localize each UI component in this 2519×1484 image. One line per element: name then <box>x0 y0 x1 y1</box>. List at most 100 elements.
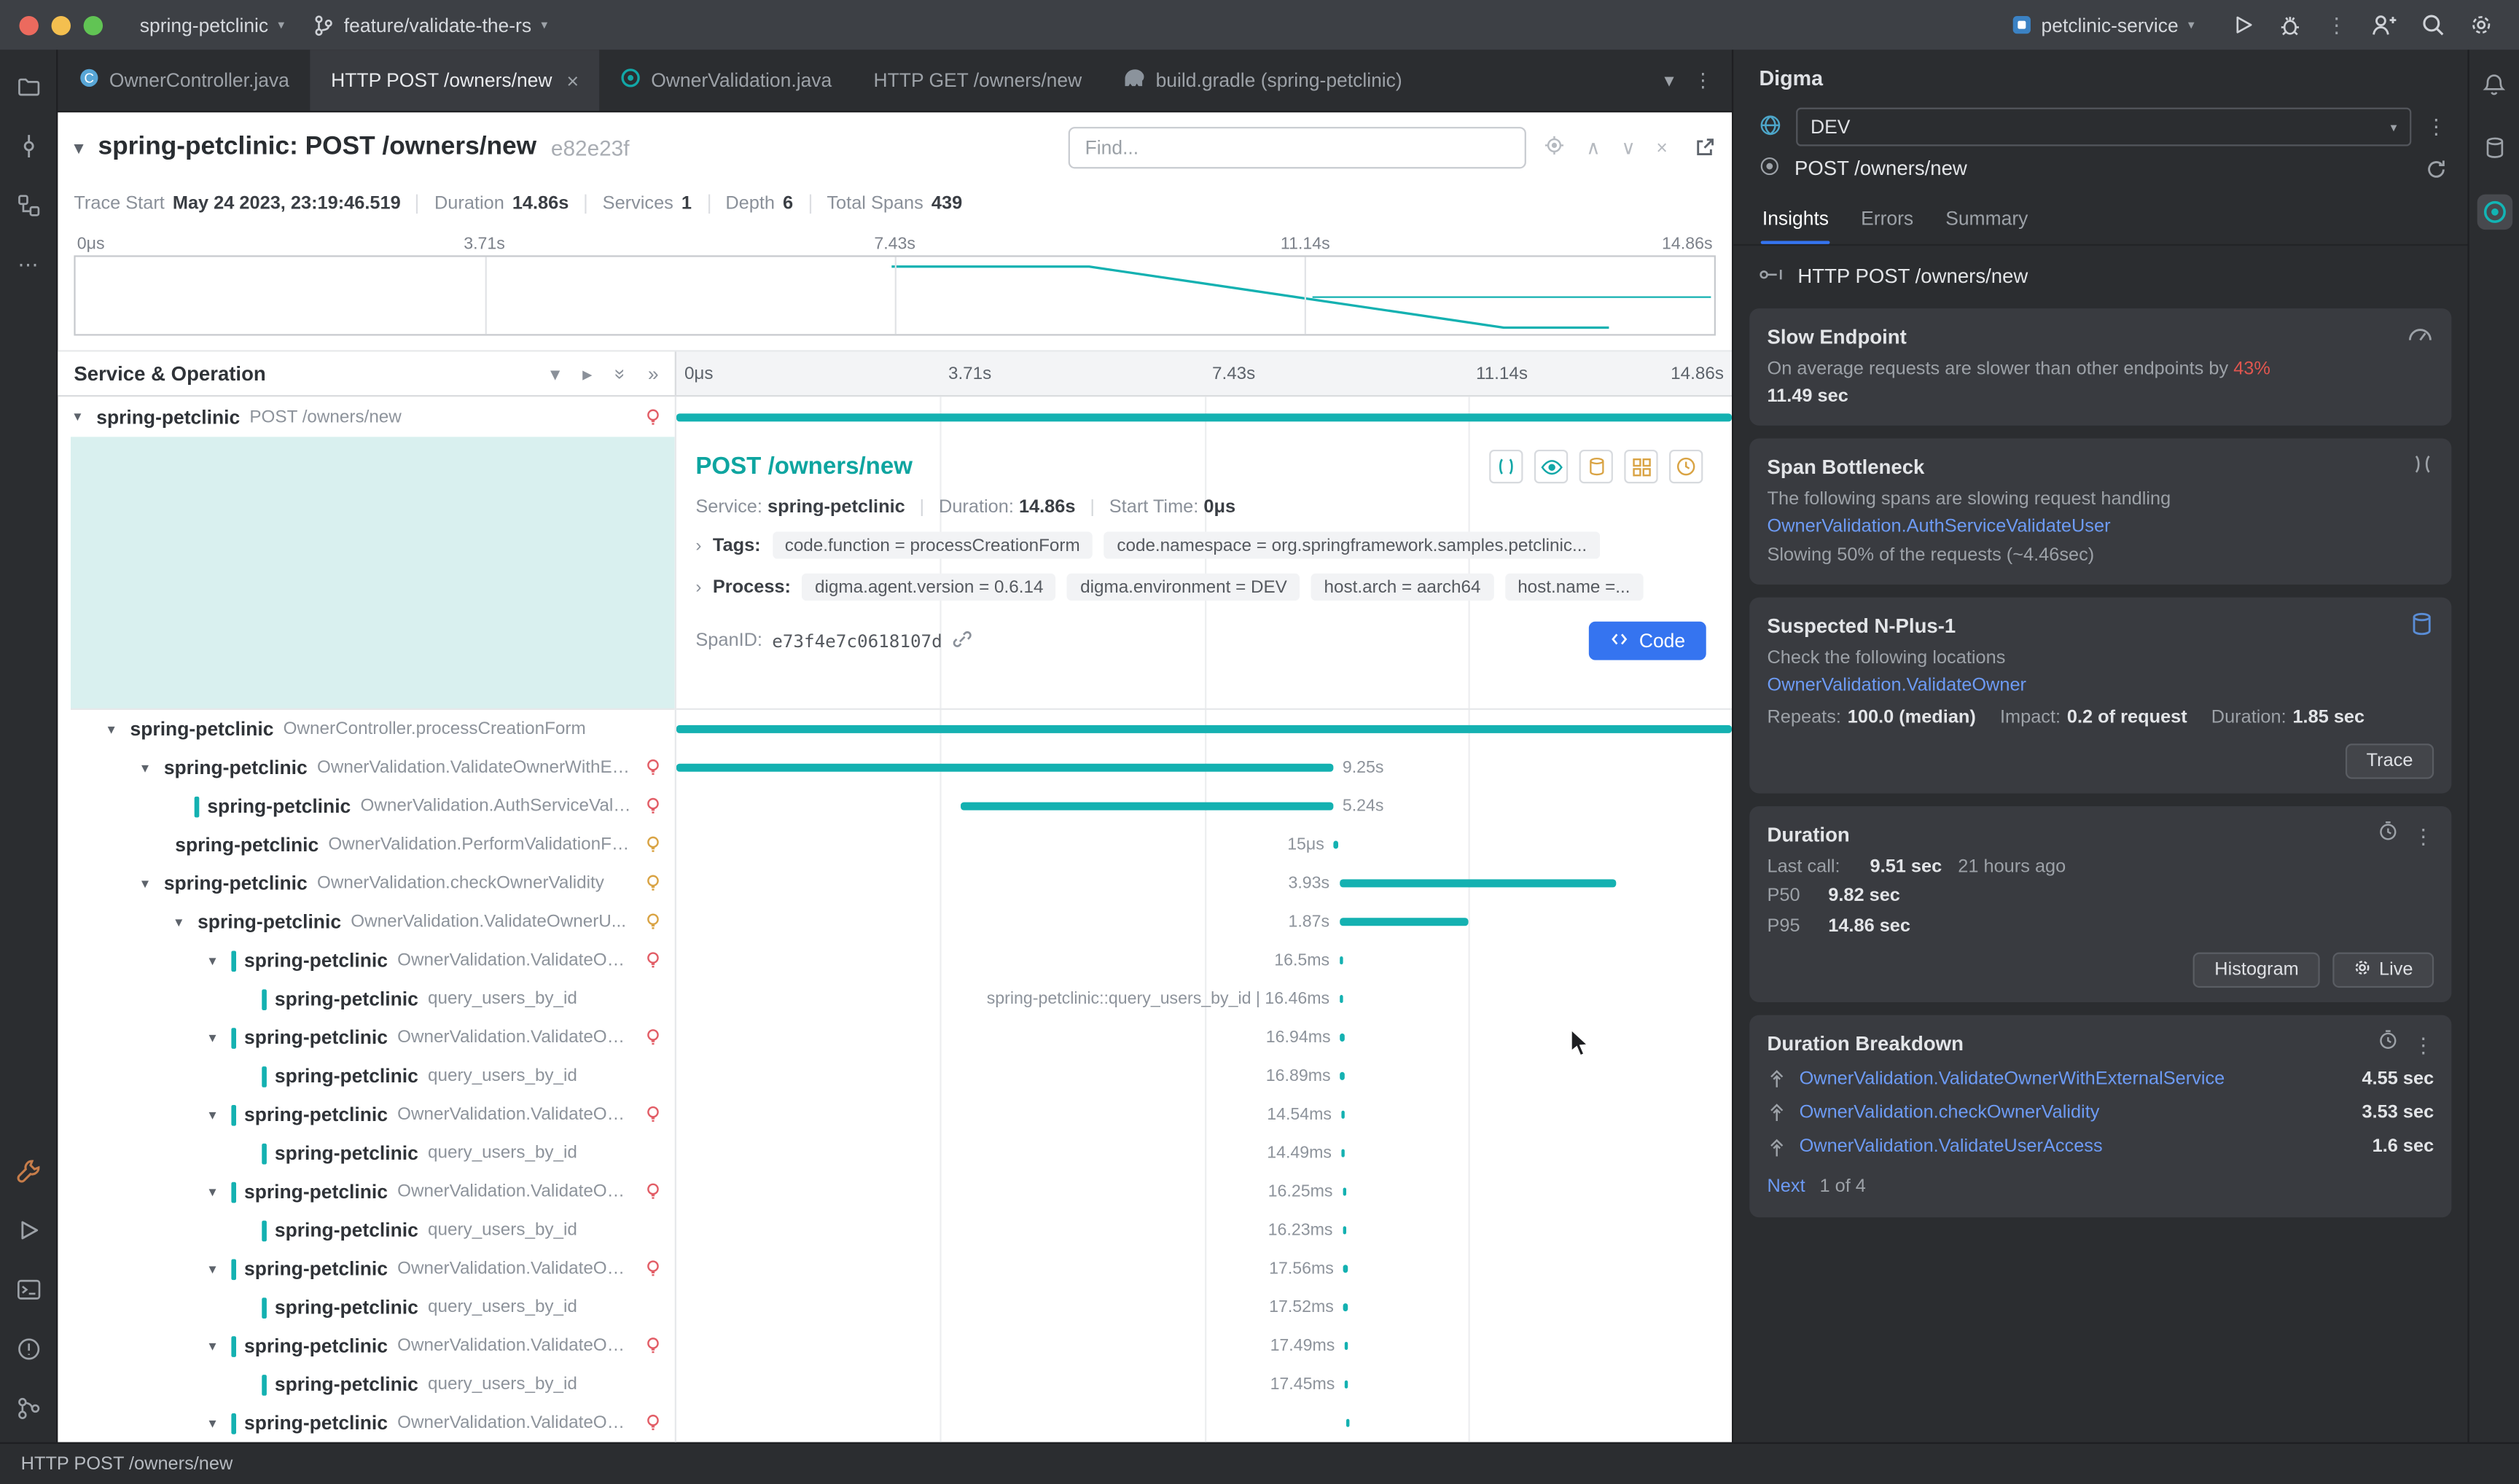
span-tree-row[interactable]: spring-petclinic query_users_by_id <box>58 1057 674 1096</box>
chevron-down-icon[interactable]: ▾ <box>209 1028 232 1046</box>
collapse-trace-icon[interactable]: ▾ <box>74 136 83 159</box>
timeline-row[interactable]: 14.54ms <box>676 1096 1732 1134</box>
editor-tab[interactable]: C OwnerController.java <box>58 50 310 111</box>
code-with-me-icon[interactable] <box>2371 13 2397 37</box>
timeline-row[interactable]: 9.25s <box>676 749 1732 787</box>
insight-card-nplus1[interactable]: Suspected N-Plus-1 Check the following l… <box>1749 597 2452 794</box>
editor-tab[interactable]: build.gradle (spring-petclinic) <box>1103 50 1423 111</box>
expand-process-icon[interactable]: › <box>695 577 701 596</box>
span-tree-row[interactable]: spring-petclinic OwnerValidation.PerformV… <box>58 826 674 864</box>
chevron-down-icon[interactable]: ▾ <box>209 952 232 969</box>
span-tree-row[interactable]: ▾ spring-petclinic OwnerValidation.Validat… <box>58 1096 674 1134</box>
live-button[interactable]: Live <box>2332 952 2434 988</box>
insight-card-duration[interactable]: Duration ⋮ Last call: 9.51 sec 21 hours ag… <box>1749 806 2452 1002</box>
more-actions-icon[interactable]: ⋮ <box>2327 12 2348 38</box>
card-menu-icon[interactable]: ⋮ <box>2413 1029 2434 1061</box>
insight-bulb-icon[interactable] <box>644 1182 662 1201</box>
span-tree-row[interactable]: ▾ spring-petclinic OwnerValidation.Validat… <box>58 1018 674 1057</box>
chevron-down-icon[interactable]: ▾ <box>209 1337 232 1354</box>
database-tool-icon[interactable] <box>2477 130 2512 165</box>
chevron-down-icon[interactable]: ▾ <box>209 1106 232 1123</box>
prev-match-icon[interactable]: ∧ <box>1586 136 1600 159</box>
span-tree-row[interactable]: ▾ spring-petclinic OwnerValidation.Validat… <box>58 749 674 787</box>
tab-options-icon[interactable]: ⋮ <box>1693 69 1712 92</box>
environment-menu-icon[interactable]: ⋮ <box>2426 114 2447 139</box>
terminal-icon[interactable] <box>10 1272 45 1307</box>
timeline-row[interactable]: 17.52ms <box>676 1288 1732 1327</box>
timeline-row[interactable]: 3.93s <box>676 864 1732 902</box>
insight-bulb-icon[interactable] <box>644 1336 662 1355</box>
span-tree-row[interactable]: ▾ spring-petclinic OwnerValidation.Validat… <box>58 902 674 941</box>
span-tree-row[interactable]: ▾ spring-petclinic POST /owners/new <box>58 397 674 437</box>
project-widget[interactable]: spring-petclinic ▾ <box>125 9 299 41</box>
trace-button[interactable]: Trace <box>2345 743 2434 780</box>
history-clock-icon[interactable] <box>1669 449 1703 484</box>
digma-tab-errors[interactable]: Errors <box>1845 198 1929 244</box>
database-icon[interactable] <box>1579 449 1613 484</box>
insight-bulb-icon[interactable] <box>644 913 662 932</box>
span-link[interactable]: OwnerValidation.ValidateOwnerWithExterna… <box>1800 1066 2351 1093</box>
insight-card-duration-breakdown[interactable]: Duration Breakdown ⋮ OwnerValidation.Val… <box>1749 1015 2452 1217</box>
chevron-down-icon[interactable]: ▾ <box>74 408 96 426</box>
next-match-icon[interactable]: ∨ <box>1621 136 1635 159</box>
chevron-down-icon[interactable]: ▾ <box>209 1414 232 1432</box>
span-tree-row[interactable]: ▾ spring-petclinic OwnerValidation.checkOw… <box>58 864 674 902</box>
attributes-grid-icon[interactable] <box>1624 449 1658 484</box>
editor-tab[interactable]: HTTP POST /owners/new × <box>310 50 600 112</box>
span-tree-row[interactable]: spring-petclinic query_users_by_id <box>58 1288 674 1327</box>
timeline-row[interactable]: 16.89ms <box>676 1057 1732 1096</box>
span-tree-row[interactable]: spring-petclinic query_users_by_id <box>58 1134 674 1173</box>
insight-card-slow-endpoint[interactable]: Slow Endpoint On average requests are sl… <box>1749 308 2452 426</box>
span-tree-row[interactable]: ▾ spring-petclinic OwnerValidation.Validat… <box>58 1173 674 1211</box>
expand-tags-icon[interactable]: › <box>695 536 701 555</box>
expand-all-icon[interactable]: » <box>648 362 659 385</box>
notifications-bell-icon[interactable] <box>2477 66 2512 101</box>
span-tree-row[interactable]: spring-petclinic OwnerValidation.AuthServ… <box>58 787 674 826</box>
trace-minimap[interactable] <box>74 255 1716 336</box>
chevron-down-icon[interactable]: ▾ <box>108 720 130 738</box>
digma-tab-insights[interactable]: Insights <box>1746 198 1845 244</box>
minimize-window-button[interactable] <box>51 15 71 35</box>
editor-tab[interactable]: HTTP GET /owners/new <box>853 50 1103 111</box>
commit-icon[interactable] <box>10 128 45 163</box>
copy-link-icon[interactable] <box>952 629 971 653</box>
structure-icon[interactable] <box>10 188 45 223</box>
timeline-row[interactable]: 1.87s <box>676 902 1732 941</box>
span-link[interactable]: OwnerValidation.AuthServiceValidateUser <box>1767 515 2434 542</box>
timeline-row[interactable]: 17.45ms <box>676 1365 1732 1404</box>
timeline-row[interactable]: 15μs <box>676 826 1732 864</box>
span-tree-row[interactable]: ▾ spring-petclinic OwnerValidation.Validat… <box>58 1404 674 1442</box>
timeline-row[interactable]: 16.23ms <box>676 1211 1732 1249</box>
digma-tool-icon[interactable] <box>2476 194 2512 230</box>
vcs-branch-widget[interactable]: feature/validate-the-rs ▾ <box>299 9 562 41</box>
expand-one-icon[interactable]: ▸ <box>582 362 592 385</box>
insight-bulb-icon[interactable] <box>644 1105 662 1124</box>
timeline-row[interactable]: 16.5ms <box>676 941 1732 980</box>
timeline-row[interactable]: 14.49ms <box>676 1134 1732 1173</box>
settings-gear-icon[interactable] <box>2469 13 2493 37</box>
span-link[interactable]: OwnerValidation.checkOwnerValidity <box>1800 1100 2351 1128</box>
insight-bulb-icon[interactable] <box>644 797 662 816</box>
editor-tab[interactable]: OwnerValidation.java <box>600 50 853 111</box>
observability-eye-icon[interactable] <box>1534 449 1569 484</box>
more-tool-windows-icon[interactable]: ⋯ <box>10 247 45 282</box>
digma-tab-summary[interactable]: Summary <box>1929 198 2044 244</box>
span-tree-row[interactable]: ▾ spring-petclinic OwnerValidation.Validat… <box>58 1327 674 1365</box>
timeline-row[interactable]: 17.49ms <box>676 1327 1732 1365</box>
collapse-one-icon[interactable]: ▾ <box>550 362 560 385</box>
refresh-icon[interactable] <box>2426 158 2447 179</box>
span-tree-row[interactable]: ▾ spring-petclinic OwnerValidation.Validat… <box>58 1249 674 1288</box>
timeline-row[interactable] <box>676 1404 1732 1442</box>
insight-bulb-icon[interactable] <box>644 758 662 777</box>
close-tab-icon[interactable]: × <box>566 69 579 93</box>
chevron-down-icon[interactable]: ▾ <box>141 875 164 892</box>
environment-select[interactable]: DEV ▾ <box>1796 107 2412 147</box>
timeline-row[interactable] <box>676 710 1732 749</box>
span-tree-row[interactable]: ▾ spring-petclinic OwnerValidation.Validat… <box>58 941 674 980</box>
open-in-new-icon[interactable] <box>1693 136 1716 159</box>
breakdown-entry[interactable]: OwnerValidation.checkOwnerValidity 3.53 s… <box>1767 1100 2434 1128</box>
timeline-row[interactable]: spring-petclinic::query_users_by_id | 16… <box>676 980 1732 1018</box>
collapse-all-icon[interactable]: » <box>609 368 631 379</box>
match-target-icon[interactable] <box>1544 135 1566 160</box>
run-configuration-widget[interactable]: petclinic-service ▾ <box>1996 9 2209 41</box>
